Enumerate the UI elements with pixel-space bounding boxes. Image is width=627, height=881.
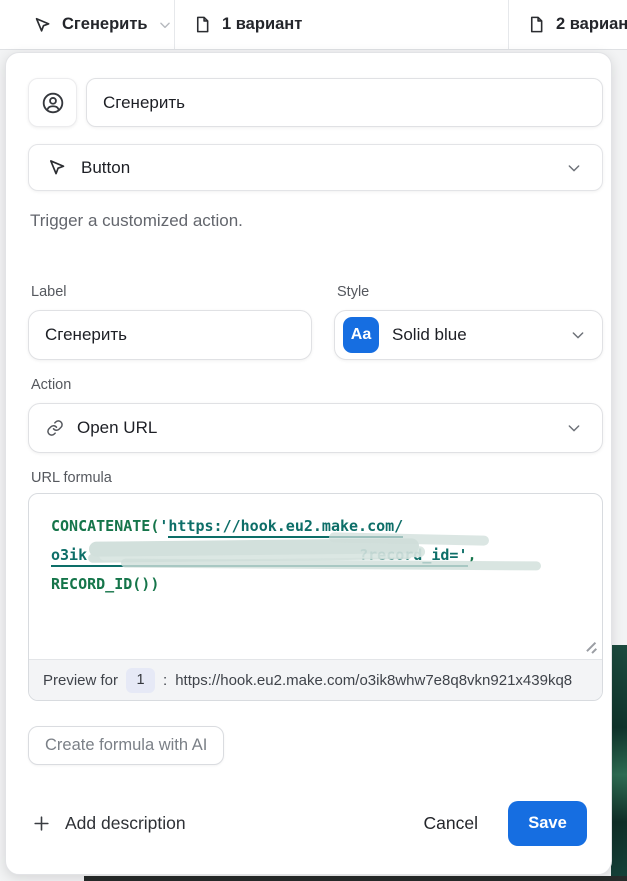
grid-header-row: Сгенерить 1 вариант 2 вариант <box>0 0 627 50</box>
link-icon <box>46 419 64 437</box>
field-header-variant2[interactable]: 2 вариант <box>508 0 627 49</box>
plus-icon <box>32 814 51 833</box>
chevron-down-icon <box>570 327 586 343</box>
field-header-generate[interactable]: Сгенерить <box>0 0 174 49</box>
field-type-description: Trigger a customized action. <box>30 211 243 230</box>
add-description-label: Add description <box>65 812 186 833</box>
formula-field-label: URL formula <box>31 470 112 486</box>
background-bottom-strip <box>84 876 627 881</box>
preview-separator: : <box>163 671 168 689</box>
user-circle-icon <box>40 90 66 116</box>
create-formula-ai-button[interactable]: Create formula with AI <box>28 726 225 765</box>
field-type-select[interactable]: Button <box>28 144 603 191</box>
document-icon <box>527 15 546 34</box>
add-description-button[interactable]: Add description <box>32 813 186 834</box>
field-icon-picker-button[interactable] <box>28 78 77 127</box>
chevron-down-icon[interactable] <box>158 18 172 32</box>
preview-label: Preview for <box>43 671 119 689</box>
preview-record-badge: 1 <box>126 667 156 693</box>
button-action-select[interactable]: Open URL <box>28 403 603 453</box>
field-header-label: 1 вариант <box>222 15 303 33</box>
preview-url: https://hook.eu2.make.com/o3ik8whw7e8q8v… <box>175 671 573 689</box>
formula-preview-bar: Preview for 1 : https://hook.eu2.make.co… <box>29 659 602 700</box>
button-style-select[interactable]: Aa Solid blue <box>334 310 603 360</box>
action-value: Open URL <box>77 418 158 437</box>
button-label-input[interactable] <box>28 310 312 360</box>
field-header-label: 2 вариант <box>556 15 627 33</box>
formula-line-1: CONCATENATE('https://hook.eu2.make.com/ <box>51 512 582 541</box>
field-name-input[interactable] <box>86 78 603 127</box>
cancel-button[interactable]: Cancel <box>424 813 478 834</box>
chevron-down-icon <box>566 420 582 436</box>
style-value: Solid blue <box>392 325 467 344</box>
url-formula-editor: CONCATENATE('https://hook.eu2.make.com/ … <box>28 493 603 701</box>
chevron-down-icon <box>566 160 582 176</box>
action-field-label: Action <box>31 377 72 393</box>
textarea-resize-handle[interactable] <box>584 641 596 653</box>
field-config-popover: Button Trigger a customized action. Labe… <box>5 52 612 875</box>
formula-code-area[interactable]: CONCATENATE('https://hook.eu2.make.com/ … <box>29 494 602 659</box>
field-type-value: Button <box>81 157 131 177</box>
button-cursor-icon <box>46 157 67 178</box>
button-cursor-icon <box>32 15 52 35</box>
save-button[interactable]: Save <box>508 800 587 846</box>
formula-line-3: RECORD_ID()) <box>51 575 160 593</box>
style-preview-chip: Aa <box>343 317 379 353</box>
style-field-label: Style <box>337 284 370 300</box>
label-field-label: Label <box>31 284 67 300</box>
field-header-variant1[interactable]: 1 вариант <box>174 0 508 49</box>
field-header-label: Сгенерить <box>62 15 148 33</box>
document-icon <box>193 15 212 34</box>
background-image-strip <box>611 645 627 881</box>
popover-footer: Add description Cancel Save <box>6 786 611 874</box>
